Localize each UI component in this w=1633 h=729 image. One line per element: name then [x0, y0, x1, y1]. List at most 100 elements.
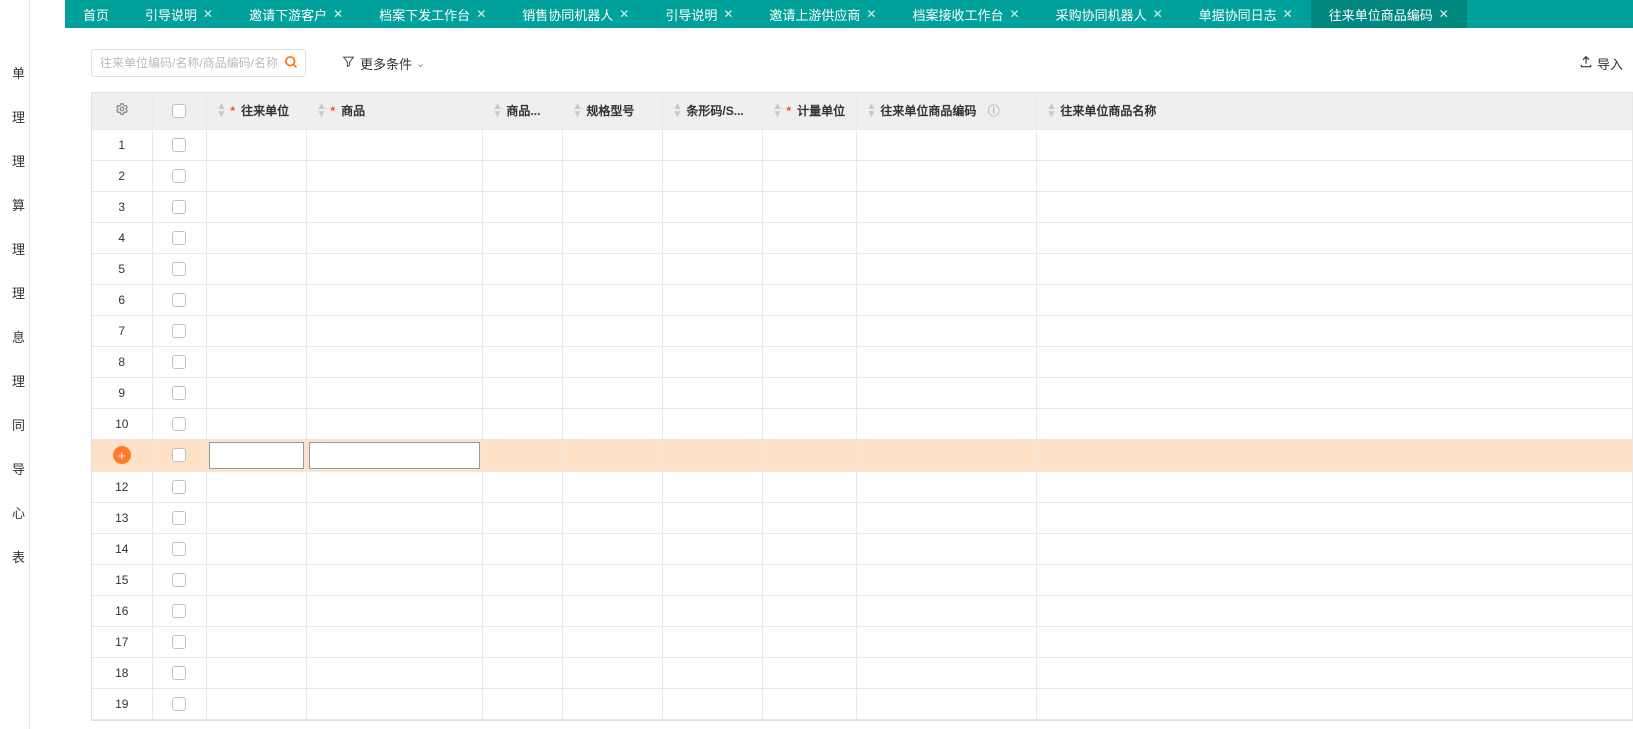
cell[interactable]	[306, 129, 482, 160]
cell[interactable]	[562, 129, 662, 160]
header-checkbox[interactable]	[152, 93, 206, 129]
cell[interactable]	[562, 160, 662, 191]
cell[interactable]	[856, 439, 1036, 471]
more-conditions-button[interactable]: 更多条件 ⌄	[342, 54, 425, 73]
cell[interactable]	[562, 626, 662, 657]
cell[interactable]	[206, 471, 306, 502]
header-barcode[interactable]: ▲▼条形码/S...	[662, 93, 762, 129]
table-row[interactable]: 18	[92, 657, 1633, 688]
cell[interactable]	[762, 377, 856, 408]
tab-10[interactable]: 往来单位商品编码✕	[1311, 0, 1467, 28]
cell[interactable]	[856, 222, 1036, 253]
cell[interactable]	[206, 129, 306, 160]
cell[interactable]	[482, 502, 562, 533]
cell[interactable]	[306, 595, 482, 626]
cell[interactable]	[762, 160, 856, 191]
search-input[interactable]	[100, 56, 277, 70]
cell[interactable]	[1036, 191, 1633, 222]
cell[interactable]	[206, 253, 306, 284]
row-checkbox[interactable]	[172, 604, 186, 618]
cell[interactable]	[662, 408, 762, 439]
unit-input[interactable]	[209, 442, 304, 469]
cell[interactable]	[562, 502, 662, 533]
sidebar-item-4[interactable]: 理	[0, 226, 29, 270]
cell[interactable]	[1036, 626, 1633, 657]
cell[interactable]	[562, 253, 662, 284]
row-checkbox[interactable]	[172, 262, 186, 276]
cell[interactable]	[662, 284, 762, 315]
close-icon[interactable]: ✕	[1153, 7, 1163, 21]
header-unit[interactable]: ▲▼*往来单位	[206, 93, 306, 129]
sidebar-item-11[interactable]: 表	[0, 534, 29, 578]
cell[interactable]	[562, 595, 662, 626]
cell[interactable]	[762, 315, 856, 346]
cell[interactable]	[306, 284, 482, 315]
cell[interactable]	[762, 533, 856, 564]
sidebar-item-9[interactable]: 导	[0, 446, 29, 490]
row-checkbox[interactable]	[172, 666, 186, 680]
cell[interactable]	[562, 346, 662, 377]
cell[interactable]	[482, 377, 562, 408]
row-checkbox[interactable]	[172, 324, 186, 338]
cell[interactable]	[662, 471, 762, 502]
product-input[interactable]	[309, 442, 480, 469]
cell[interactable]	[1036, 315, 1633, 346]
cell[interactable]	[662, 533, 762, 564]
header-prod-code[interactable]: ▲▼商品...	[482, 93, 562, 129]
cell[interactable]	[856, 160, 1036, 191]
table-row[interactable]: 10	[92, 408, 1633, 439]
cell[interactable]	[762, 408, 856, 439]
cell[interactable]	[482, 564, 562, 595]
cell[interactable]	[856, 346, 1036, 377]
row-checkbox[interactable]	[172, 293, 186, 307]
cell[interactable]	[562, 657, 662, 688]
cell[interactable]	[562, 564, 662, 595]
cell[interactable]	[306, 471, 482, 502]
cell[interactable]	[482, 222, 562, 253]
cell[interactable]	[762, 253, 856, 284]
cell[interactable]	[762, 502, 856, 533]
tab-0[interactable]: 首页	[65, 0, 127, 28]
cell[interactable]	[856, 408, 1036, 439]
cell[interactable]	[1036, 129, 1633, 160]
table-row[interactable]: 16	[92, 595, 1633, 626]
cell[interactable]	[482, 315, 562, 346]
table-row[interactable]: 7	[92, 315, 1633, 346]
cell[interactable]	[206, 439, 306, 471]
cell[interactable]	[482, 439, 562, 471]
cell[interactable]	[206, 222, 306, 253]
cell[interactable]	[662, 564, 762, 595]
table-row[interactable]: 17	[92, 626, 1633, 657]
close-icon[interactable]: ✕	[1283, 7, 1293, 21]
table-row[interactable]: 15	[92, 564, 1633, 595]
tab-8[interactable]: 采购协同机器人✕	[1038, 0, 1181, 28]
cell[interactable]	[1036, 595, 1633, 626]
cell[interactable]	[762, 191, 856, 222]
tab-1[interactable]: 引导说明✕	[127, 0, 231, 28]
sidebar-item-8[interactable]: 同	[0, 402, 29, 446]
cell[interactable]	[662, 315, 762, 346]
header-spec[interactable]: ▲▼规格型号	[562, 93, 662, 129]
cell[interactable]	[762, 688, 856, 719]
cell[interactable]	[206, 564, 306, 595]
cell[interactable]	[306, 253, 482, 284]
cell[interactable]	[306, 502, 482, 533]
row-checkbox[interactable]	[172, 448, 186, 462]
cell[interactable]	[856, 564, 1036, 595]
cell[interactable]	[482, 688, 562, 719]
cell[interactable]	[856, 284, 1036, 315]
close-icon[interactable]: ✕	[723, 7, 733, 21]
row-checkbox[interactable]	[172, 697, 186, 711]
tab-5[interactable]: 引导说明✕	[647, 0, 751, 28]
header-product[interactable]: ▲▼*商品	[306, 93, 482, 129]
cell[interactable]	[562, 408, 662, 439]
cell[interactable]	[1036, 688, 1633, 719]
close-icon[interactable]: ✕	[619, 7, 629, 21]
table-row[interactable]: 14	[92, 533, 1633, 564]
cell[interactable]	[856, 595, 1036, 626]
cell[interactable]	[206, 191, 306, 222]
header-measure[interactable]: ▲▼*计量单位	[762, 93, 856, 129]
row-checkbox[interactable]	[172, 386, 186, 400]
tab-4[interactable]: 销售协同机器人✕	[504, 0, 647, 28]
cell[interactable]	[856, 377, 1036, 408]
